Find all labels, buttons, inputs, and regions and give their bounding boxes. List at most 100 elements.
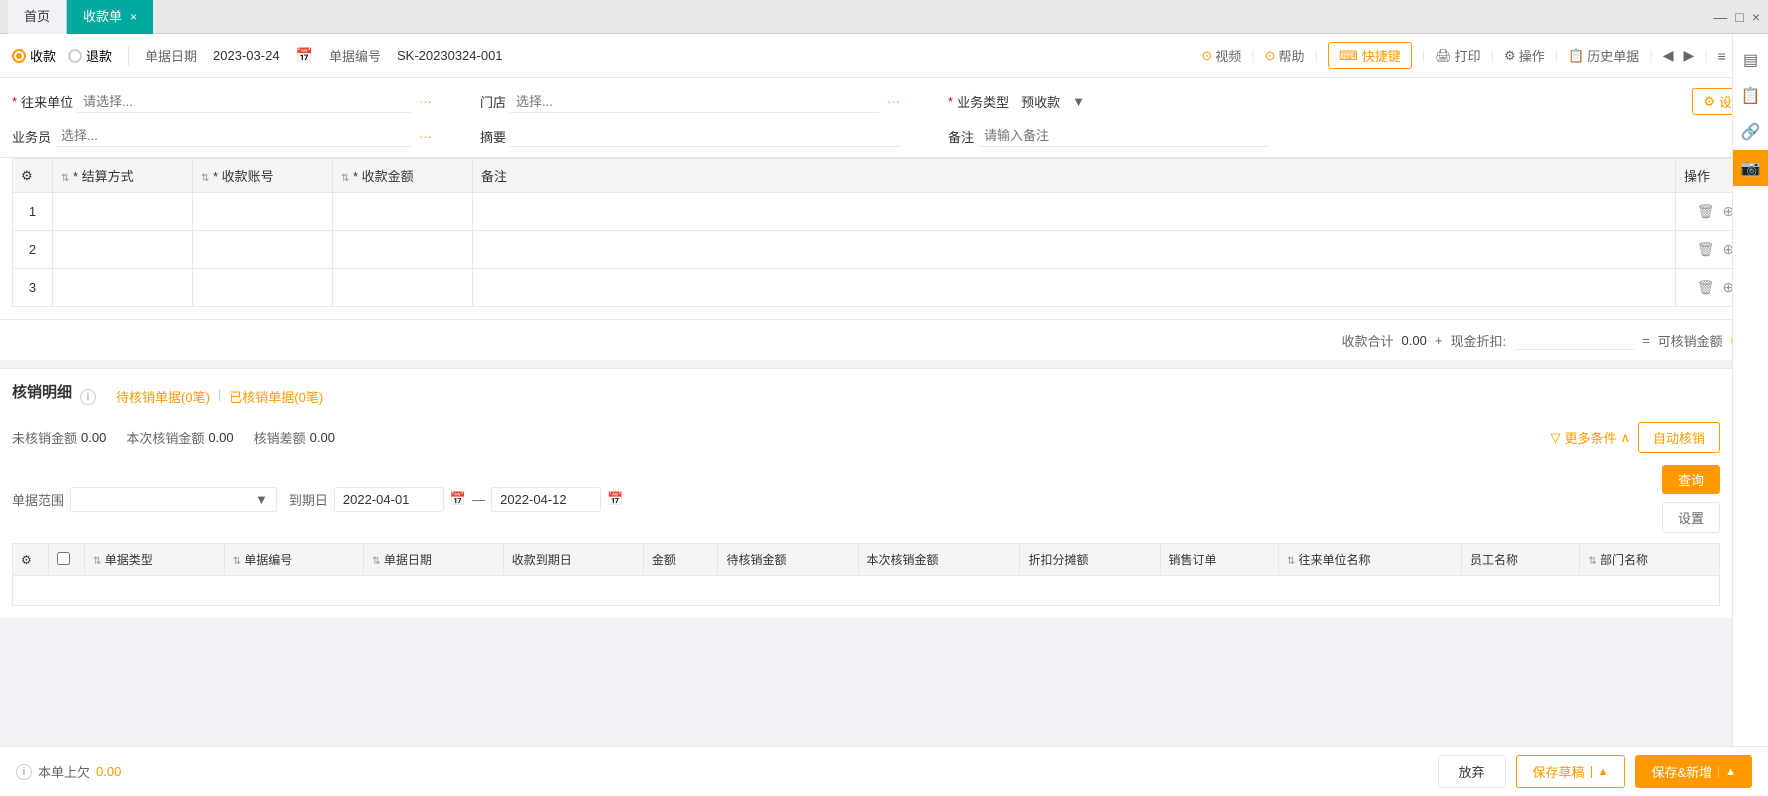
settlement-cell-1[interactable] xyxy=(53,193,193,231)
settlement-input-1[interactable] xyxy=(53,193,192,230)
account-input-1[interactable] xyxy=(193,193,332,230)
window-close-icon[interactable]: × xyxy=(1752,9,1760,25)
discard-btn[interactable]: 放弃 xyxy=(1438,755,1506,788)
save-draft-caret-icon[interactable]: ▲ xyxy=(1591,766,1609,778)
amount-input-3[interactable] xyxy=(333,269,472,306)
calendar-from-icon[interactable]: 📅 xyxy=(450,491,466,507)
prev-page-icon[interactable]: ◀ xyxy=(1663,47,1674,64)
tab-receipt-label: 收款单 xyxy=(83,0,122,34)
amount-input-1[interactable] xyxy=(333,193,472,230)
doc-type-col: ⇅ 单据类型 xyxy=(85,544,225,576)
operation-btn[interactable]: ⚙ 操作 xyxy=(1504,46,1545,65)
date-from-input[interactable] xyxy=(334,487,444,512)
sort-icon-settlement: ⇅ xyxy=(61,173,69,184)
save-draft-btn[interactable]: 保存草稿 ▲ xyxy=(1516,755,1626,788)
salesman-group: 业务员 ··· xyxy=(12,125,432,147)
next-page-icon[interactable]: ▶ xyxy=(1683,47,1694,64)
remark-cell-1[interactable] xyxy=(473,193,1676,231)
checkbox-col[interactable] xyxy=(49,544,85,576)
due-date-col: 收款到期日 xyxy=(503,544,643,576)
counterpart-name-col: ⇅ 往来单位名称 xyxy=(1278,544,1461,576)
done-tab[interactable]: 已核销单据(0笔) xyxy=(229,387,323,406)
tab-close-icon[interactable]: × xyxy=(130,0,137,34)
remark-cell-2[interactable] xyxy=(473,231,1676,269)
total-label: 收款合计 xyxy=(1342,331,1394,350)
counterpart-more-icon[interactable]: ··· xyxy=(419,94,432,109)
sidebar-clipboard-icon[interactable]: 📋 xyxy=(1733,78,1768,114)
sort-counterpart: ⇅ xyxy=(1287,556,1295,567)
verify-section: 核销明细 i 待核销单据(0笔) | 已核销单据(0笔) 未核销金额 0.00 … xyxy=(0,368,1732,618)
remark-input-3[interactable] xyxy=(473,269,1675,306)
range-select[interactable] xyxy=(79,492,255,507)
calendar-icon[interactable]: 📅 xyxy=(296,47,313,64)
amount-cell-1[interactable] xyxy=(333,193,473,231)
sidebar-camera-icon[interactable]: 📷 xyxy=(1733,150,1768,186)
remark-input-1[interactable] xyxy=(473,193,1675,230)
calendar-to-icon[interactable]: 📅 xyxy=(607,491,623,507)
shop-input[interactable] xyxy=(510,91,879,113)
discount-input[interactable] xyxy=(1514,330,1634,350)
remark-cell-3[interactable] xyxy=(473,269,1676,307)
query-btn[interactable]: 查询 xyxy=(1662,465,1720,494)
row-num-2: 2 xyxy=(13,231,53,269)
quota-info-icon[interactable]: i xyxy=(16,764,32,780)
empty-row xyxy=(13,576,1720,606)
help-btn[interactable]: ⊙ 帮助 xyxy=(1265,46,1305,65)
range-dropdown-icon[interactable]: ▼ xyxy=(255,492,268,507)
tab-home[interactable]: 首页 xyxy=(8,0,67,34)
account-cell-2[interactable] xyxy=(193,231,333,269)
current-verify-col: 本次核销金额 xyxy=(858,544,1020,576)
settlement-input-2[interactable] xyxy=(53,231,192,268)
chevron-up-icon: ∧ xyxy=(1620,430,1630,446)
settlement-input-3[interactable] xyxy=(53,269,192,306)
date-to-input[interactable] xyxy=(491,487,601,512)
print-btn[interactable]: 🖨 打印 xyxy=(1435,46,1481,65)
delete-row-1-icon[interactable]: 🗑 xyxy=(1697,203,1715,220)
settlement-cell-2[interactable] xyxy=(53,231,193,269)
amount-cell-3[interactable] xyxy=(333,269,473,307)
summary-group: 摘要 xyxy=(480,125,900,147)
shortcut-btn[interactable]: ⌨ 快捷键 xyxy=(1328,42,1412,69)
account-cell-3[interactable] xyxy=(193,269,333,307)
account-input-2[interactable] xyxy=(193,231,332,268)
radio-receipt[interactable]: 收款 xyxy=(12,46,56,65)
window-max-icon[interactable]: □ xyxy=(1735,9,1743,25)
salesman-input[interactable] xyxy=(55,125,411,147)
business-type-dropdown-icon[interactable]: ▼ xyxy=(1072,94,1085,109)
account-cell-1[interactable] xyxy=(193,193,333,231)
shop-more-icon[interactable]: ··· xyxy=(887,94,900,109)
summary-input[interactable] xyxy=(510,125,900,147)
amount-input-2[interactable] xyxy=(333,231,472,268)
tab-receipt[interactable]: 收款单 × xyxy=(67,0,153,34)
dept-name-col: ⇅ 部门名称 xyxy=(1580,544,1720,576)
radio-refund[interactable]: 退款 xyxy=(68,46,112,65)
gear-col[interactable]: ⚙ xyxy=(13,544,49,576)
history-btn[interactable]: 📋 历史单据 xyxy=(1568,46,1639,65)
verify-settings-btn[interactable]: 设置 xyxy=(1662,502,1720,533)
account-input-3[interactable] xyxy=(193,269,332,306)
salesman-more-icon[interactable]: ··· xyxy=(419,129,432,144)
more-filter-btn[interactable]: ▽ 更多条件 ∧ xyxy=(1550,428,1630,447)
receipt-table-section: ⚙ ⇅ * 结算方式 ⇅ * 收款账号 ⇅ * 收款金额 备注 操作 xyxy=(0,158,1768,319)
video-btn[interactable]: ⊙ 视频 xyxy=(1201,46,1241,65)
layout-icon[interactable]: ≡ xyxy=(1718,48,1726,64)
settlement-cell-3[interactable] xyxy=(53,269,193,307)
business-required: * xyxy=(948,94,953,109)
sidebar-link-icon[interactable]: 🔗 xyxy=(1733,114,1768,150)
verify-info-icon[interactable]: i xyxy=(80,389,96,405)
amount-cell-2[interactable] xyxy=(333,231,473,269)
gear-col-header[interactable]: ⚙ xyxy=(13,159,53,193)
save-new-btn[interactable]: 保存&新增 ▲ xyxy=(1635,755,1752,788)
doc-number-col: ⇅ 单据编号 xyxy=(224,544,364,576)
pending-tab[interactable]: 待核销单据(0笔) xyxy=(116,387,210,406)
delete-row-2-icon[interactable]: 🗑 xyxy=(1697,241,1715,258)
delete-row-3-icon[interactable]: 🗑 xyxy=(1697,279,1715,296)
remark-input[interactable] xyxy=(978,125,1268,147)
window-min-icon[interactable]: — xyxy=(1713,9,1727,25)
auto-cancel-btn[interactable]: 自动核销 xyxy=(1638,422,1720,453)
sidebar-table-icon[interactable]: ▤ xyxy=(1733,42,1768,78)
counterpart-input[interactable] xyxy=(77,91,411,113)
remark-input-2[interactable] xyxy=(473,231,1675,268)
save-new-caret-icon[interactable]: ▲ xyxy=(1718,766,1736,778)
select-all-checkbox[interactable] xyxy=(57,552,70,565)
